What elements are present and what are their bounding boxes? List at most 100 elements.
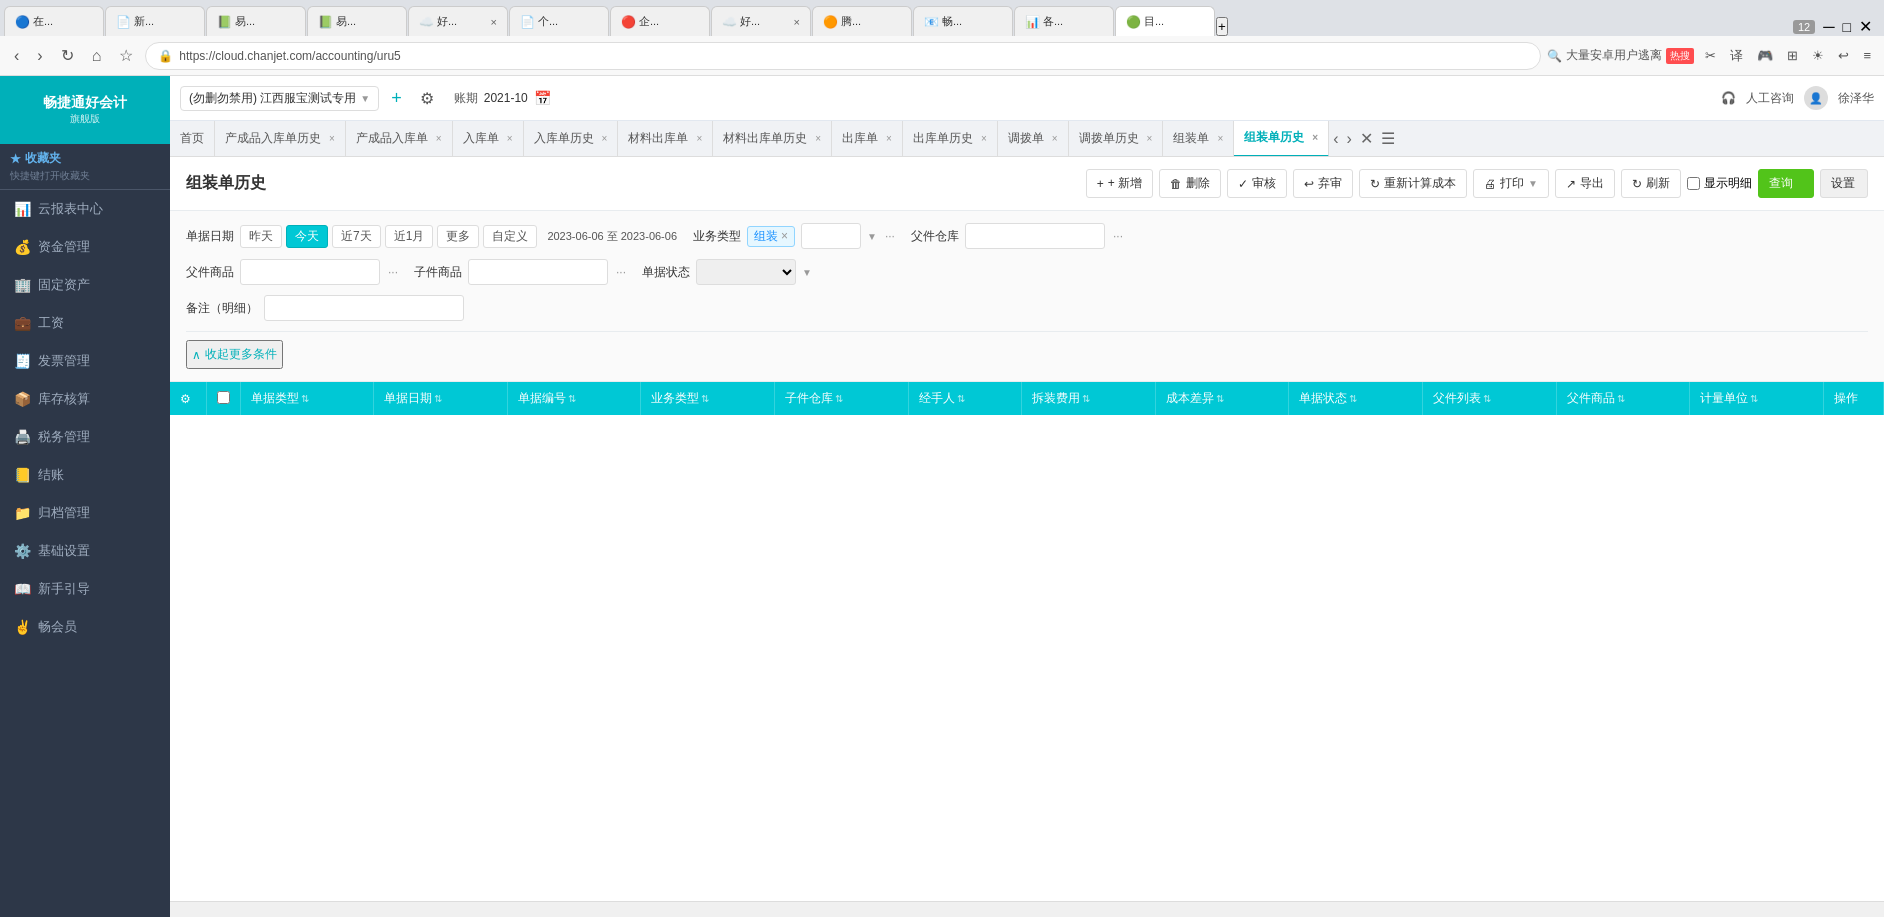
more-options-icon[interactable]: ··· — [1113, 229, 1123, 243]
close-icon[interactable]: × — [1312, 132, 1318, 143]
company-settings-button[interactable]: ⚙ — [414, 85, 440, 112]
sidebar-item-settings[interactable]: ⚙️ 基础设置 — [0, 532, 170, 570]
parent-goods-input[interactable] — [240, 259, 380, 285]
sidebar-item-reports[interactable]: 📊 云报表中心 — [0, 190, 170, 228]
sidebar-item-fixed-assets[interactable]: 🏢 固定资产 — [0, 266, 170, 304]
print-button[interactable]: 🖨 打印 ▼ — [1473, 169, 1549, 198]
tab-material-outbound-history[interactable]: 材料出库单历史 × — [713, 121, 832, 157]
th-dismantling-fee[interactable]: 拆装费用⇅ — [1022, 382, 1156, 415]
close-icon[interactable]: × — [436, 133, 442, 144]
sidebar-favorites[interactable]: ★ 收藏夹 快捷键打开收藏夹 — [0, 144, 170, 190]
select-all-checkbox[interactable] — [217, 391, 230, 404]
th-child-warehouse[interactable]: 子件仓库⇅ — [775, 382, 909, 415]
close-icon[interactable]: × — [491, 16, 497, 28]
date-1month-button[interactable]: 近1月 — [385, 225, 434, 248]
back-button[interactable]: ‹ — [8, 43, 25, 69]
tab-product-inbound[interactable]: 产成品入库单 × — [346, 121, 453, 157]
close-icon[interactable]: × — [507, 133, 513, 144]
refresh-button[interactable]: ↻ 刷新 — [1621, 169, 1681, 198]
sidebar-item-settlement[interactable]: 📒 结账 — [0, 456, 170, 494]
th-parent-list[interactable]: 父件列表⇅ — [1422, 382, 1556, 415]
tabs-prev-button[interactable]: ‹ — [1329, 128, 1342, 150]
tabs-next-button[interactable]: › — [1342, 128, 1355, 150]
th-settings[interactable]: ⚙ — [170, 382, 206, 415]
delete-button[interactable]: 🗑 删除 — [1159, 169, 1221, 198]
abandon-button[interactable]: ↩ 弃审 — [1293, 169, 1353, 198]
close-icon[interactable]: × — [1217, 133, 1223, 144]
browser-tab-4[interactable]: 📗 易... — [307, 6, 407, 36]
tab-inbound-history[interactable]: 入库单历史 × — [524, 121, 619, 157]
tab-outbound[interactable]: 出库单 × — [832, 121, 903, 157]
show-detail-checkbox[interactable]: 显示明细 — [1687, 175, 1752, 192]
sidebar-item-salary[interactable]: 💼 工资 — [0, 304, 170, 342]
show-detail-input[interactable] — [1687, 177, 1700, 190]
translate-button[interactable]: 译 — [1725, 44, 1748, 68]
date-today-button[interactable]: 今天 — [286, 225, 328, 248]
browser-tab-11[interactable]: 📊 各... — [1014, 6, 1114, 36]
child-goods-input[interactable] — [468, 259, 608, 285]
more-options-icon[interactable]: ··· — [388, 265, 398, 279]
tab-transfer-history[interactable]: 调拨单历史 × — [1069, 121, 1164, 157]
tab-material-outbound[interactable]: 材料出库单 × — [618, 121, 713, 157]
more-options-icon[interactable]: ··· — [885, 229, 895, 243]
close-icon[interactable]: × — [794, 16, 800, 28]
chevron-down-icon[interactable]: ▼ — [867, 231, 877, 242]
more-options-icon[interactable]: ··· — [616, 265, 626, 279]
minimize-icon[interactable]: ─ — [1823, 18, 1834, 36]
th-order-no[interactable]: 单据编号⇅ — [507, 382, 641, 415]
close-icon[interactable]: × — [1147, 133, 1153, 144]
close-icon[interactable]: × — [329, 133, 335, 144]
add-company-button[interactable]: + — [385, 84, 408, 113]
export-button[interactable]: ↗ 导出 — [1555, 169, 1615, 198]
collapse-button[interactable]: ∧ 收起更多条件 — [186, 340, 283, 369]
browser-tab-5[interactable]: ☁️ 好... × — [408, 6, 508, 36]
add-button[interactable]: + + 新增 — [1086, 169, 1153, 198]
undo-button[interactable]: ↩ — [1833, 45, 1854, 66]
scissors-button[interactable]: ✂ — [1700, 45, 1721, 66]
browser-tab-6[interactable]: 📄 个... — [509, 6, 609, 36]
browser-tab-1[interactable]: 🔵 在... — [4, 6, 104, 36]
query-button[interactable]: 查询 — [1758, 169, 1814, 198]
tab-product-inbound-history[interactable]: 产成品入库单历史 × — [215, 121, 346, 157]
th-handler[interactable]: 经手人⇅ — [908, 382, 1021, 415]
browser-tab-8[interactable]: ☁️ 好... × — [711, 6, 811, 36]
close-icon[interactable]: × — [886, 133, 892, 144]
sidebar-item-member[interactable]: ✌ 畅会员 — [0, 608, 170, 646]
sidebar-item-funds[interactable]: 💰 资金管理 — [0, 228, 170, 266]
date-7days-button[interactable]: 近7天 — [332, 225, 381, 248]
audit-button[interactable]: ✓ 审核 — [1227, 169, 1287, 198]
tab-home[interactable]: 首页 — [170, 121, 215, 157]
sidebar-item-invoice[interactable]: 🧾 发票管理 — [0, 342, 170, 380]
company-selector[interactable]: (勿删勿禁用) 江西服宝测试专用 ▼ — [180, 86, 379, 111]
filter-settings-button[interactable]: 设置 — [1820, 169, 1868, 198]
browser-tab-3[interactable]: 📗 易... — [206, 6, 306, 36]
game-button[interactable]: 🎮 — [1752, 45, 1778, 66]
date-custom-button[interactable]: 自定义 — [483, 225, 537, 248]
browser-tab-10[interactable]: 📧 畅... — [913, 6, 1013, 36]
remove-tag-icon[interactable]: × — [781, 229, 788, 243]
close-window-icon[interactable]: ✕ — [1859, 17, 1872, 36]
new-tab-button[interactable]: + — [1216, 17, 1228, 36]
bookmark-button[interactable]: ☆ — [113, 42, 139, 69]
business-type-input[interactable] — [801, 223, 861, 249]
close-icon[interactable]: × — [696, 133, 702, 144]
home-button[interactable]: ⌂ — [86, 43, 108, 69]
grid-button[interactable]: ⊞ — [1782, 45, 1803, 66]
calendar-icon[interactable]: 📅 — [534, 90, 551, 106]
th-order-type[interactable]: 单据类型⇅ — [240, 382, 374, 415]
tabs-menu-button[interactable]: ☰ — [1377, 127, 1399, 150]
th-unit[interactable]: 计量单位⇅ — [1690, 382, 1824, 415]
notes-input[interactable] — [264, 295, 464, 321]
sidebar-item-archive[interactable]: 📁 归档管理 — [0, 494, 170, 532]
th-cost-diff[interactable]: 成本差异⇅ — [1155, 382, 1289, 415]
parent-warehouse-input[interactable] — [965, 223, 1105, 249]
close-icon[interactable]: × — [815, 133, 821, 144]
menu-button[interactable]: ≡ — [1858, 45, 1876, 66]
tab-outbound-history[interactable]: 出库单历史 × — [903, 121, 998, 157]
close-icon[interactable]: × — [1052, 133, 1058, 144]
sidebar-item-tax[interactable]: 🖨️ 税务管理 — [0, 418, 170, 456]
date-more-button[interactable]: 更多 — [437, 225, 479, 248]
tab-inbound[interactable]: 入库单 × — [453, 121, 524, 157]
maximize-icon[interactable]: □ — [1843, 19, 1851, 35]
tabs-close-button[interactable]: ✕ — [1356, 127, 1377, 150]
